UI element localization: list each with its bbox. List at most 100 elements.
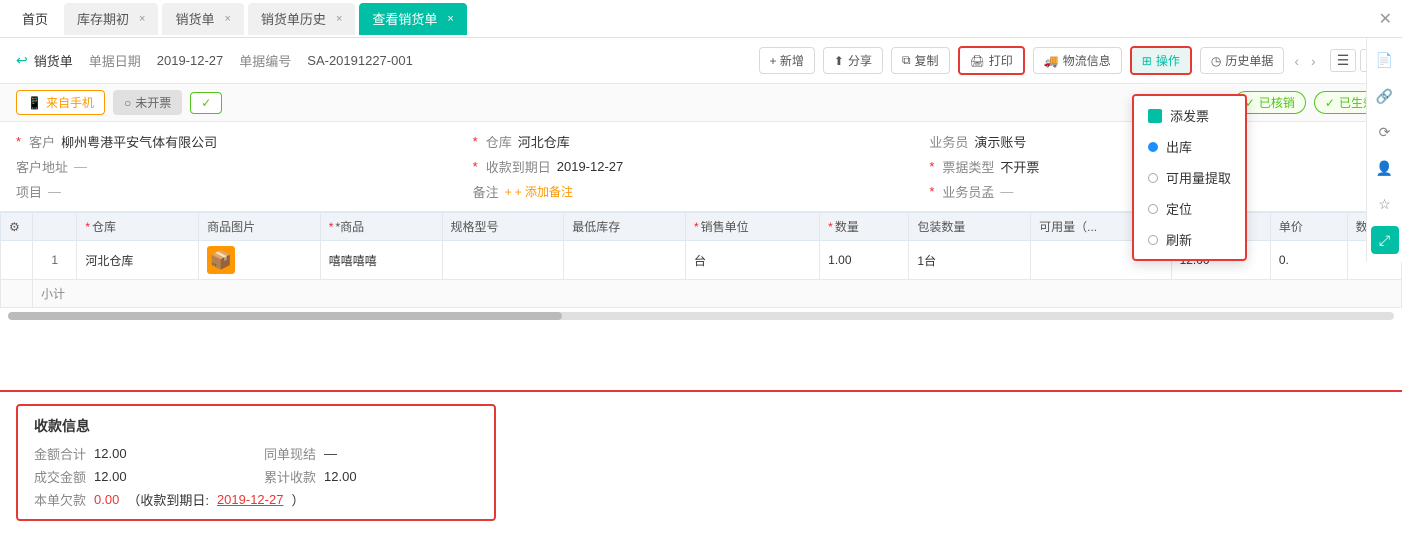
- row-product-name[interactable]: 嘻嘻嘻嘻: [320, 241, 442, 280]
- add-note-label: + 添加备注: [515, 183, 573, 200]
- operations-button-label: 操作: [1156, 52, 1180, 69]
- doc-meta: 单据日期 2019-12-27 单据编号 SA-20191227-001: [89, 51, 413, 70]
- row-qty: 1.00: [820, 241, 909, 280]
- share-button-label: 分享: [848, 52, 872, 69]
- share-icon: ⬆: [834, 54, 844, 68]
- dropdown-item-refresh[interactable]: 刷新: [1134, 224, 1245, 255]
- doc-actions: + 新增 ⬆ 分享 ⧉ 复制 🖨 打印 🚚 物流信息: [759, 46, 1386, 75]
- tab-inventory[interactable]: 库存期初 ×: [64, 3, 158, 35]
- next-arrow[interactable]: ›: [1309, 51, 1318, 71]
- sidebar-icon-refresh[interactable]: ⟳: [1371, 118, 1399, 146]
- print-button[interactable]: 🖨 打印: [958, 46, 1025, 75]
- add-invoice-label: 添发票: [1170, 106, 1209, 125]
- tab-bar: 首页 库存期初 × 销货单 × 销货单历史 × 查看销货单 × ✕: [0, 0, 1402, 38]
- number-label: 单据编号: [239, 51, 291, 70]
- add-note-button[interactable]: + + 添加备注: [505, 183, 573, 200]
- sidebar-icon-user[interactable]: 👤: [1371, 154, 1399, 182]
- outbound-label: 出库: [1166, 137, 1192, 156]
- payment-info-box: 收款信息 金额合计 12.00 同单现结 — 成交金额 12.00: [16, 404, 496, 521]
- truck-icon: 🚚: [1044, 54, 1059, 68]
- same-bill-value: —: [324, 446, 337, 461]
- sidebar-icon-expand[interactable]: ⤢: [1371, 226, 1399, 254]
- due-date-value: 2019-12-27: [557, 159, 624, 174]
- salesperson2-value: —: [1000, 184, 1013, 199]
- date-label: 单据日期: [89, 51, 141, 70]
- prev-arrow[interactable]: ‹: [1292, 51, 1301, 71]
- dropdown-item-available[interactable]: 可用量提取: [1134, 162, 1245, 193]
- customer-field: * 客户 柳州粤港平安气体有限公司: [16, 132, 473, 151]
- tab-sales[interactable]: 销货单 ×: [162, 3, 243, 35]
- copy-button[interactable]: ⧉ 复制: [891, 47, 950, 74]
- col-unit: *销售单位: [685, 213, 819, 241]
- salesperson2-required: *: [929, 184, 934, 199]
- sales-icon: ↩: [16, 52, 28, 69]
- customer-label: 客户: [29, 132, 55, 151]
- warehouse-value[interactable]: 河北仓库: [518, 132, 570, 151]
- col-warehouse: *仓库: [77, 213, 199, 241]
- tab-sales-close[interactable]: ×: [224, 13, 230, 25]
- not-open-button[interactable]: ○ 未开票: [113, 90, 182, 115]
- total-value: 12.00: [94, 446, 127, 461]
- address-field: 客户地址 —: [16, 157, 473, 176]
- row-price: 0.: [1270, 241, 1347, 280]
- from-phone-button[interactable]: 📱 来自手机: [16, 90, 105, 115]
- note-label: 备注: [473, 182, 499, 201]
- tab-view-sales[interactable]: 查看销货单 ×: [359, 3, 466, 35]
- note-field: 备注 + + 添加备注: [473, 182, 930, 201]
- not-open-label: 未开票: [135, 94, 171, 111]
- dropdown-item-add-invoice[interactable]: 添发票: [1134, 100, 1245, 131]
- address-value: —: [74, 159, 87, 174]
- project-field: 项目 —: [16, 182, 473, 201]
- row-min-stock: [564, 241, 686, 280]
- tab-close-all[interactable]: ✕: [1379, 9, 1392, 29]
- same-bill-row: 同单现结 —: [264, 444, 478, 463]
- new-button[interactable]: + 新增: [759, 47, 815, 74]
- balance-row: 本单欠款 0.00 （收款到期日: 2019-12-27 ）: [34, 490, 478, 509]
- sidebar-icon-star[interactable]: ☆: [1371, 190, 1399, 218]
- dropdown-item-outbound[interactable]: 出库: [1134, 131, 1245, 162]
- total-label: 金额合计: [34, 444, 86, 463]
- project-value: —: [48, 184, 61, 199]
- address-label: 客户地址: [16, 157, 68, 176]
- tab-sales-history[interactable]: 销货单历史 ×: [248, 3, 355, 35]
- refresh-icon: [1148, 235, 1158, 245]
- deal-amount-row: 成交金额 12.00: [34, 467, 248, 486]
- sidebar-icon-link[interactable]: 🔗: [1371, 82, 1399, 110]
- tab-home-label: 首页: [22, 9, 48, 28]
- row-unit: 台: [685, 241, 819, 280]
- tab-home[interactable]: 首页: [10, 3, 60, 35]
- col-settings[interactable]: ⚙: [1, 213, 33, 241]
- verified-label: 已核销: [1259, 94, 1295, 111]
- bottom-panel: 收款信息 金额合计 12.00 同单现结 — 成交金额 12.00: [0, 390, 1402, 533]
- customer-required: *: [16, 134, 21, 149]
- available-icon: [1148, 173, 1158, 183]
- row-num: 1: [33, 241, 77, 280]
- payment-info-title: 收款信息: [34, 416, 478, 436]
- deal-amount-label: 成交金额: [34, 467, 86, 486]
- tab-inventory-close[interactable]: ×: [139, 13, 145, 25]
- sidebar-icon-doc[interactable]: 📄: [1371, 46, 1399, 74]
- share-button[interactable]: ⬆ 分享: [823, 47, 883, 74]
- col-num: [33, 213, 77, 241]
- operations-button[interactable]: ⊞ 操作: [1130, 46, 1192, 75]
- history-button-label: 历史单据: [1225, 52, 1273, 69]
- dropdown-item-locate[interactable]: 定位: [1134, 193, 1245, 224]
- tab-view-sales-close[interactable]: ×: [447, 13, 453, 25]
- tab-sales-history-label: 销货单历史: [261, 9, 326, 28]
- col-min-stock: 最低库存: [564, 213, 686, 241]
- customer-value[interactable]: 柳州粤港平安气体有限公司: [61, 132, 217, 151]
- operations-dropdown: 添发票 出库 可用量提取 定位 刷新: [1132, 94, 1247, 261]
- tab-sales-history-close[interactable]: ×: [336, 13, 342, 25]
- check-circle2-icon: ✓: [1325, 96, 1335, 110]
- logistics-button[interactable]: 🚚 物流信息: [1033, 47, 1122, 74]
- history-button[interactable]: ◷ 历史单据: [1200, 47, 1285, 74]
- list-view-button[interactable]: ☰: [1330, 49, 1357, 72]
- salesperson-value: 演示账号: [974, 132, 1026, 151]
- subtotal-empty-1: [1, 280, 33, 308]
- col-product: **商品: [320, 213, 442, 241]
- doc-title-text: 销货单: [34, 51, 73, 70]
- tab-inventory-label: 库存期初: [77, 9, 129, 28]
- subtotal-label: 小计: [33, 280, 1402, 308]
- not-open-icon: ○: [124, 96, 131, 110]
- check-button[interactable]: ✓: [190, 92, 222, 114]
